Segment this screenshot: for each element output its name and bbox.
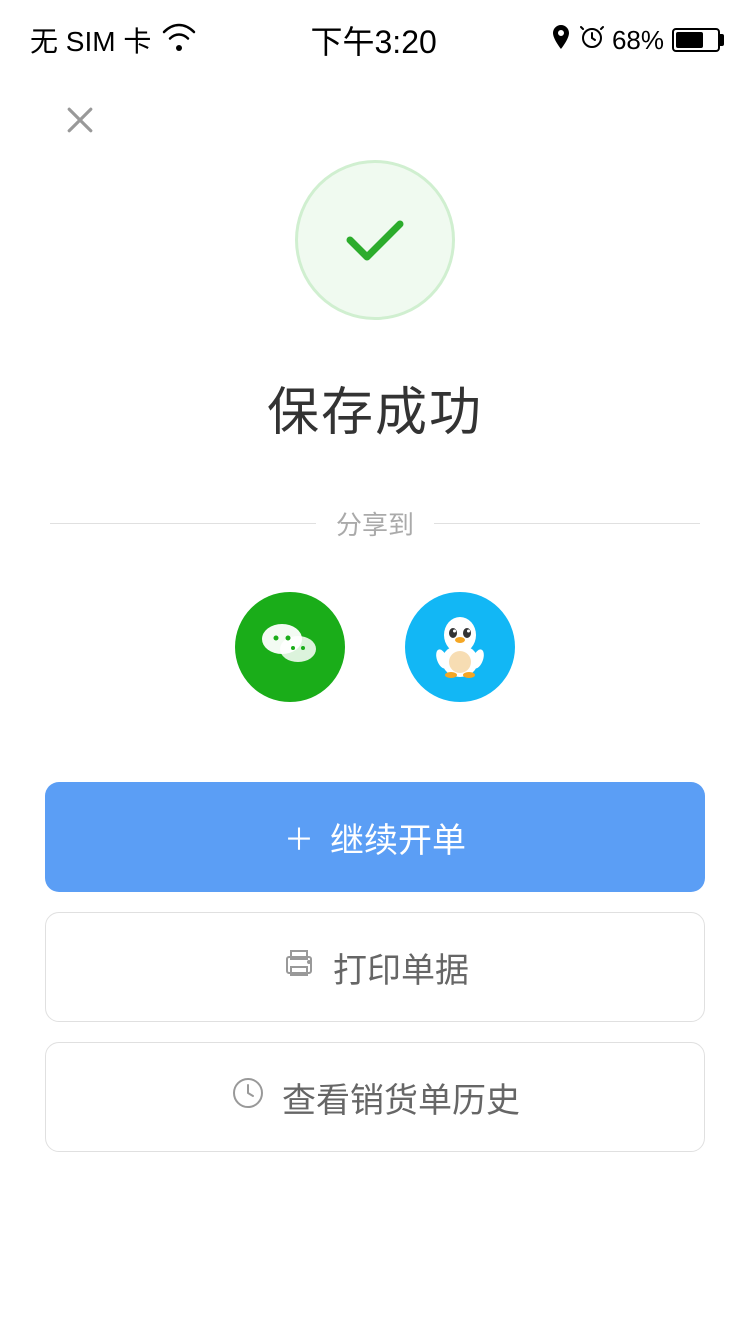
print-label: 打印单据 [333, 943, 469, 992]
share-divider: 分享到 [50, 505, 700, 542]
divider-right [434, 523, 700, 524]
checkmark-icon [335, 200, 415, 280]
action-buttons: ＋ 继续开单 打印单据 查看销货单历史 [45, 782, 705, 1152]
wechat-icon [256, 617, 324, 677]
status-left: 无 SIM 卡 [30, 20, 197, 60]
wifi-icon [161, 23, 197, 58]
location-icon [550, 24, 572, 57]
qq-icon [429, 613, 491, 681]
wechat-share-button[interactable] [235, 592, 345, 702]
history-label: 查看销货单历史 [282, 1073, 520, 1122]
alarm-icon [580, 24, 604, 57]
printer-icon [281, 945, 317, 989]
divider-left [50, 523, 316, 524]
status-bar: 无 SIM 卡 下午3:20 68% [0, 0, 750, 80]
close-icon [62, 102, 98, 138]
main-content: 保存成功 分享到 [0, 80, 750, 1152]
sim-label: 无 SIM 卡 [30, 20, 151, 60]
share-label: 分享到 [336, 505, 414, 542]
status-time: 下午3:20 [311, 17, 437, 63]
qq-share-button[interactable] [405, 592, 515, 702]
share-icons [235, 592, 515, 702]
history-icon [230, 1075, 266, 1119]
continue-label: 继续开单 [330, 813, 466, 862]
print-button[interactable]: 打印单据 [45, 912, 705, 1022]
continue-button[interactable]: ＋ 继续开单 [45, 782, 705, 892]
battery-icon [672, 28, 720, 52]
success-circle [295, 160, 455, 320]
close-button[interactable] [50, 90, 110, 150]
plus-icon: ＋ [284, 815, 314, 859]
battery-percent: 68% [612, 25, 664, 56]
status-right: 68% [550, 24, 720, 57]
history-button[interactable]: 查看销货单历史 [45, 1042, 705, 1152]
success-title: 保存成功 [267, 370, 483, 445]
